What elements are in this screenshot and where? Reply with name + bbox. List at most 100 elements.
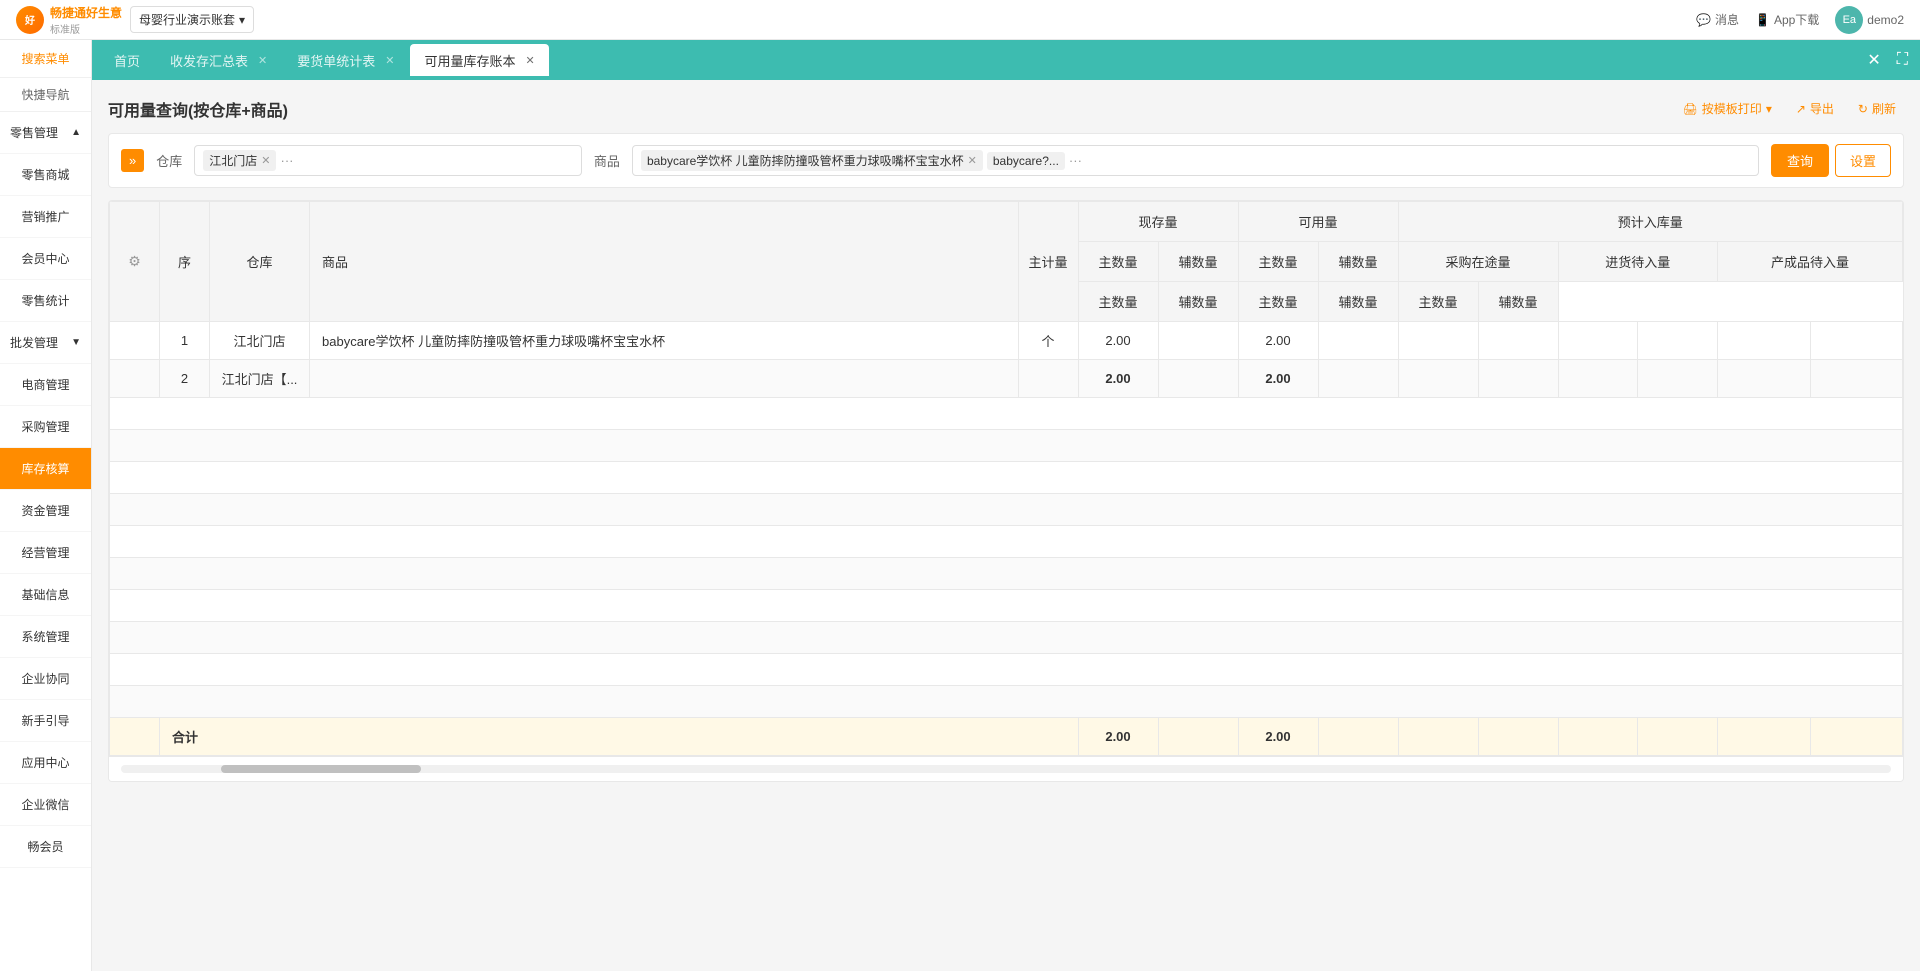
table-container: ⚙ 序 仓库 商品 主计量 现存量 可用量 预计入库量 主数量 辅 bbox=[108, 200, 1904, 782]
app-download-label: App下载 bbox=[1774, 11, 1819, 28]
sidebar-item-finance-mgmt[interactable]: 资金管理 bbox=[0, 490, 91, 532]
close-icon[interactable]: ✕ bbox=[385, 54, 394, 67]
sidebar-item-inventory-check[interactable]: 库存核算 bbox=[0, 448, 91, 490]
header-actions: 🖨 按模板打印 ▾ ↗ 导出 ↻ 刷新 bbox=[1675, 96, 1904, 121]
no-col-header: 序 bbox=[160, 202, 210, 322]
product-cell: babycare学饮杯 儿童防摔防撞吸管杯重力球吸嘴杯宝宝水杯 bbox=[310, 322, 1019, 360]
tab-home[interactable]: 首页 bbox=[100, 44, 154, 76]
sidebar-item-purchase-mgmt[interactable]: 采购管理 bbox=[0, 406, 91, 448]
sidebar-item-new-guide[interactable]: 新手引导 bbox=[0, 700, 91, 742]
remove-tag-icon[interactable]: ✕ bbox=[261, 154, 270, 167]
app-download-btn[interactable]: 📱 App下载 bbox=[1755, 11, 1819, 28]
sidebar-item-label: 会员中心 bbox=[21, 250, 69, 267]
empty-row bbox=[110, 526, 1903, 558]
product-main-cell bbox=[1718, 360, 1810, 398]
logo-icon: 好 bbox=[16, 6, 44, 34]
purchase-main-cell bbox=[1398, 322, 1478, 360]
gear-cell bbox=[110, 322, 160, 360]
gear-col-header[interactable]: ⚙ bbox=[110, 202, 160, 322]
sidebar-item-label: 应用中心 bbox=[21, 754, 69, 771]
total-current-aux bbox=[1158, 718, 1238, 756]
purchase-aux-cell bbox=[1478, 322, 1558, 360]
total-available-aux bbox=[1318, 718, 1398, 756]
total-product-main bbox=[1718, 718, 1810, 756]
avatar: Ea bbox=[1835, 6, 1863, 34]
tab-order-stats[interactable]: 要货单统计表 ✕ bbox=[283, 44, 408, 76]
user-profile[interactable]: Ea demo2 bbox=[1835, 6, 1904, 34]
sidebar-item-vip-member[interactable]: 畅会员 bbox=[0, 826, 91, 868]
tab-receipt-summary[interactable]: 收发存汇总表 ✕ bbox=[156, 44, 281, 76]
maximize-btn[interactable]: ⛶ bbox=[1893, 47, 1912, 73]
incoming-aux-cell bbox=[1638, 322, 1718, 360]
purchase-aux-cell bbox=[1478, 360, 1558, 398]
sidebar-item-basic-info[interactable]: 基础信息 bbox=[0, 574, 91, 616]
empty-row bbox=[110, 558, 1903, 590]
unit-col-header: 主计量 bbox=[1018, 202, 1078, 322]
query-btn[interactable]: 查询 bbox=[1771, 144, 1829, 177]
export-icon: ↗ bbox=[1796, 102, 1806, 116]
filter-more-btn[interactable]: ··· bbox=[1069, 153, 1082, 168]
page-content: 可用量查询(按仓库+商品) 🖨 按模板打印 ▾ ↗ 导出 ↻ 刷新 bbox=[92, 80, 1920, 971]
sidebar-item-label: 采购管理 bbox=[21, 418, 69, 435]
sidebar-item-enterprise-wechat[interactable]: 企业微信 bbox=[0, 784, 91, 826]
sidebar-quick-nav[interactable]: 快捷导航 bbox=[0, 78, 91, 112]
product-pending-header: 产成品待入量 bbox=[1718, 242, 1903, 282]
inventory-table: ⚙ 序 仓库 商品 主计量 现存量 可用量 预计入库量 主数量 辅 bbox=[109, 201, 1903, 756]
org-selector[interactable]: 母婴行业演示账套 ▾ bbox=[130, 6, 254, 33]
warehouse-tag-jiangbei: 江北门店 ✕ bbox=[203, 150, 276, 171]
sidebar-item-operations-mgmt[interactable]: 经营管理 bbox=[0, 532, 91, 574]
close-icon[interactable]: ✕ bbox=[526, 54, 535, 67]
warehouse-label: 仓库 bbox=[156, 151, 182, 170]
empty-row bbox=[110, 398, 1903, 430]
warehouse-cell: 江北门店 bbox=[210, 322, 310, 360]
empty-row bbox=[110, 430, 1903, 462]
tab-available-inventory[interactable]: 可用量库存账本 ✕ bbox=[410, 44, 548, 76]
settings-btn[interactable]: 设置 bbox=[1835, 144, 1891, 177]
total-purchase-main bbox=[1398, 718, 1478, 756]
sidebar: 搜索菜单 快捷导航 零售管理 ▲ 零售商城 营销推广 会员中心 零售统计 批发管… bbox=[0, 40, 92, 971]
close-icon[interactable]: ✕ bbox=[258, 54, 267, 67]
message-btn[interactable]: 💬 消息 bbox=[1696, 11, 1739, 28]
gear-cell bbox=[110, 360, 160, 398]
sidebar-item-marketing[interactable]: 营销推广 bbox=[0, 196, 91, 238]
sidebar-item-retail-stats[interactable]: 零售统计 bbox=[0, 280, 91, 322]
close-all-tabs-btn[interactable]: ✕ bbox=[1863, 46, 1884, 74]
sidebar-item-ecommerce-mgmt[interactable]: 电商管理 bbox=[0, 364, 91, 406]
remove-tag-icon[interactable]: ✕ bbox=[968, 154, 977, 167]
horizontal-scroll-track[interactable] bbox=[121, 765, 1891, 773]
sidebar-item-member-center[interactable]: 会员中心 bbox=[0, 238, 91, 280]
purchase-main-header: 主数量 bbox=[1078, 282, 1158, 322]
gear-icon[interactable]: ⚙ bbox=[128, 253, 141, 269]
filter-expand-btn[interactable]: » bbox=[121, 149, 144, 172]
sidebar-search[interactable]: 搜索菜单 bbox=[0, 40, 91, 78]
total-product-aux bbox=[1810, 718, 1902, 756]
product-aux-cell bbox=[1810, 360, 1902, 398]
gear-cell bbox=[110, 718, 160, 756]
filter-area: » 仓库 江北门店 ✕ ··· 商品 babycare学饮杯 儿童防摔防撞吸管杯… bbox=[108, 133, 1904, 188]
filter-actions: 查询 设置 bbox=[1771, 144, 1891, 177]
sidebar-item-app-center[interactable]: 应用中心 bbox=[0, 742, 91, 784]
sidebar-item-wholesale-mgmt[interactable]: 批发管理 ▼ bbox=[0, 322, 91, 364]
filter-more-btn[interactable]: ··· bbox=[280, 153, 293, 168]
sidebar-item-retail-mall[interactable]: 零售商城 bbox=[0, 154, 91, 196]
sidebar-item-label: 营销推广 bbox=[21, 208, 69, 225]
sidebar-item-retail-mgmt[interactable]: 零售管理 ▲ bbox=[0, 112, 91, 154]
horizontal-scroll-thumb[interactable] bbox=[221, 765, 421, 773]
total-row: 合计 2.00 2.00 bbox=[110, 718, 1903, 756]
planned-in-col-header: 预计入库量 bbox=[1398, 202, 1903, 242]
available-main-cell: 2.00 bbox=[1238, 360, 1318, 398]
export-btn[interactable]: ↗ 导出 bbox=[1788, 96, 1842, 121]
sidebar-item-label: 零售统计 bbox=[21, 292, 69, 309]
template-print-btn[interactable]: 🖨 按模板打印 ▾ bbox=[1675, 96, 1780, 121]
warehouse-filter-tags[interactable]: 江北门店 ✕ ··· bbox=[194, 145, 582, 176]
mobile-icon: 📱 bbox=[1755, 13, 1770, 27]
product-filter-tags[interactable]: babycare学饮杯 儿童防摔防撞吸管杯重力球吸嘴杯宝宝水杯 ✕ babyca… bbox=[632, 145, 1759, 176]
user-name: demo2 bbox=[1867, 13, 1904, 27]
refresh-btn[interactable]: ↻ 刷新 bbox=[1850, 96, 1904, 121]
sidebar-item-enterprise-collab[interactable]: 企业协同 bbox=[0, 658, 91, 700]
no-cell: 2 bbox=[160, 360, 210, 398]
incoming-aux-cell bbox=[1638, 360, 1718, 398]
total-incoming-main bbox=[1558, 718, 1638, 756]
sidebar-item-system-mgmt[interactable]: 系统管理 bbox=[0, 616, 91, 658]
refresh-icon: ↻ bbox=[1858, 102, 1868, 116]
